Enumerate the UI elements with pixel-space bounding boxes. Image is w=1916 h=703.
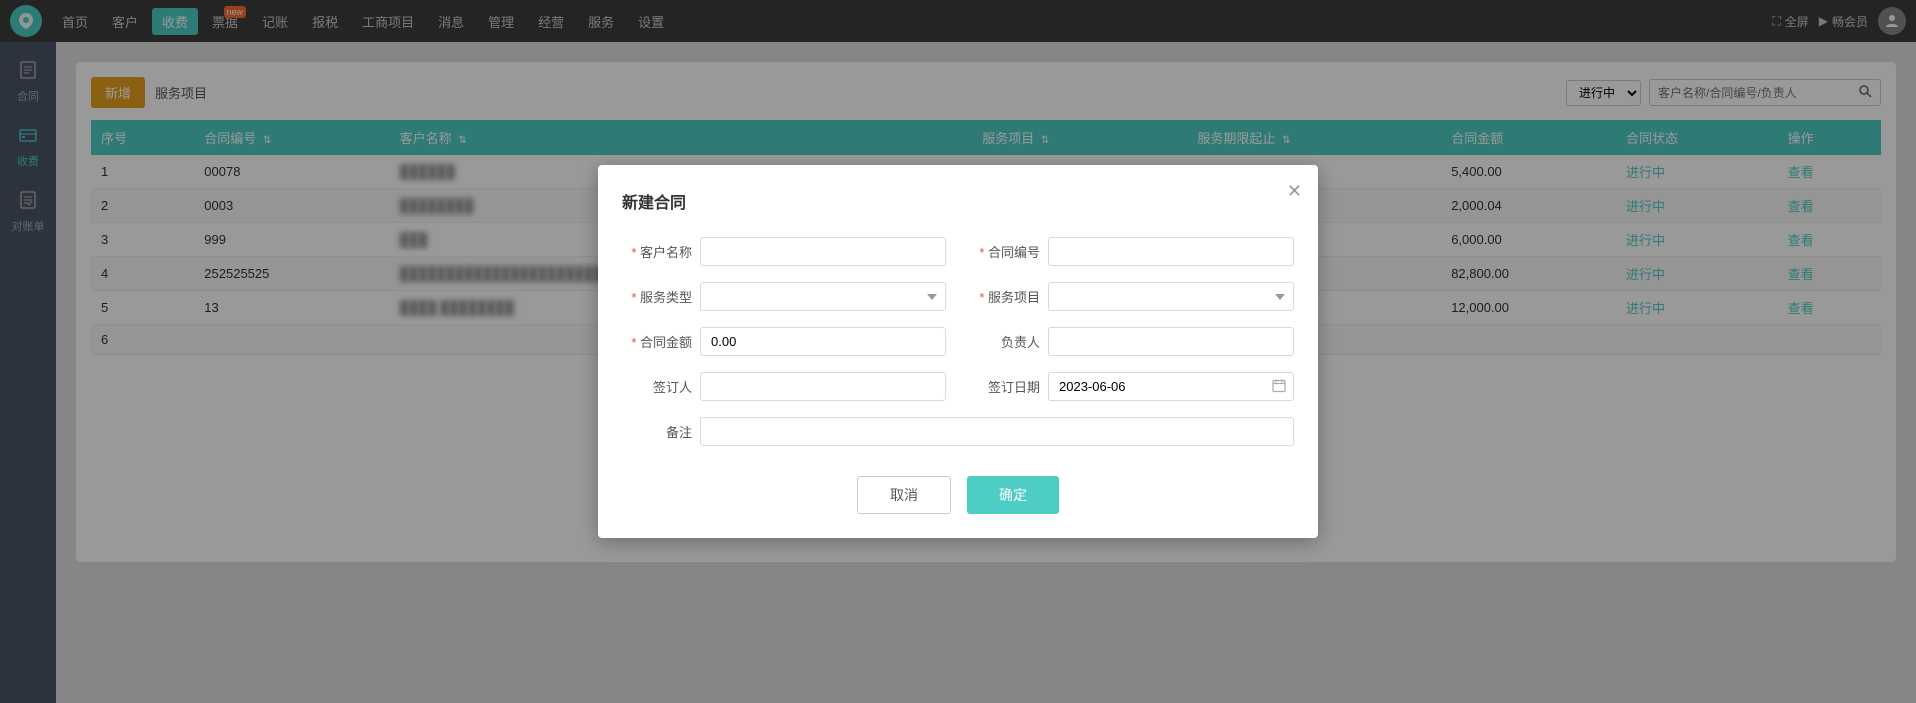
select-service-type[interactable] [700,282,946,311]
label-service-type: 服务类型 [622,287,692,306]
input-remark[interactable] [700,417,1294,446]
label-service-item: 服务项目 [970,287,1040,306]
confirm-button[interactable]: 确定 [967,476,1059,514]
input-amount[interactable] [700,327,946,356]
form-row-service-item: 服务项目 [970,282,1294,311]
label-sign-date: 签订日期 [970,377,1040,396]
form-row-amount: 合同金额 [622,327,946,356]
label-amount: 合同金额 [622,332,692,351]
new-contract-dialog: 新建合同 ✕ 客户名称 合同编号 服务类型 服务项目 合 [598,165,1318,538]
input-responsible[interactable] [1048,327,1294,356]
form-row-customer: 客户名称 [622,237,946,266]
input-contract-no[interactable] [1048,237,1294,266]
form-row-signer: 签订人 [622,372,946,401]
form-grid: 客户名称 合同编号 服务类型 服务项目 合同金额 负责人 [622,237,1294,446]
form-row-sign-date: 签订日期 [970,372,1294,401]
form-row-contract-no: 合同编号 [970,237,1294,266]
label-customer: 客户名称 [622,242,692,261]
label-signer: 签订人 [622,377,692,396]
dialog-footer: 取消 确定 [622,476,1294,514]
form-row-service-type: 服务类型 [622,282,946,311]
input-signer[interactable] [700,372,946,401]
form-row-responsible: 负责人 [970,327,1294,356]
dialog-close-btn[interactable]: ✕ [1287,181,1302,202]
modal-overlay: 新建合同 ✕ 客户名称 合同编号 服务类型 服务项目 合 [0,0,1916,703]
calendar-icon [1272,378,1286,395]
sign-date-wrapper [1048,372,1294,401]
select-service-item[interactable] [1048,282,1294,311]
form-row-remark: 备注 [622,417,1294,446]
cancel-button[interactable]: 取消 [857,476,951,514]
input-sign-date[interactable] [1048,372,1294,401]
dialog-title: 新建合同 [622,189,1294,213]
label-remark: 备注 [622,422,692,441]
label-contract-no: 合同编号 [970,242,1040,261]
input-customer-name[interactable] [700,237,946,266]
label-responsible: 负责人 [970,332,1040,351]
